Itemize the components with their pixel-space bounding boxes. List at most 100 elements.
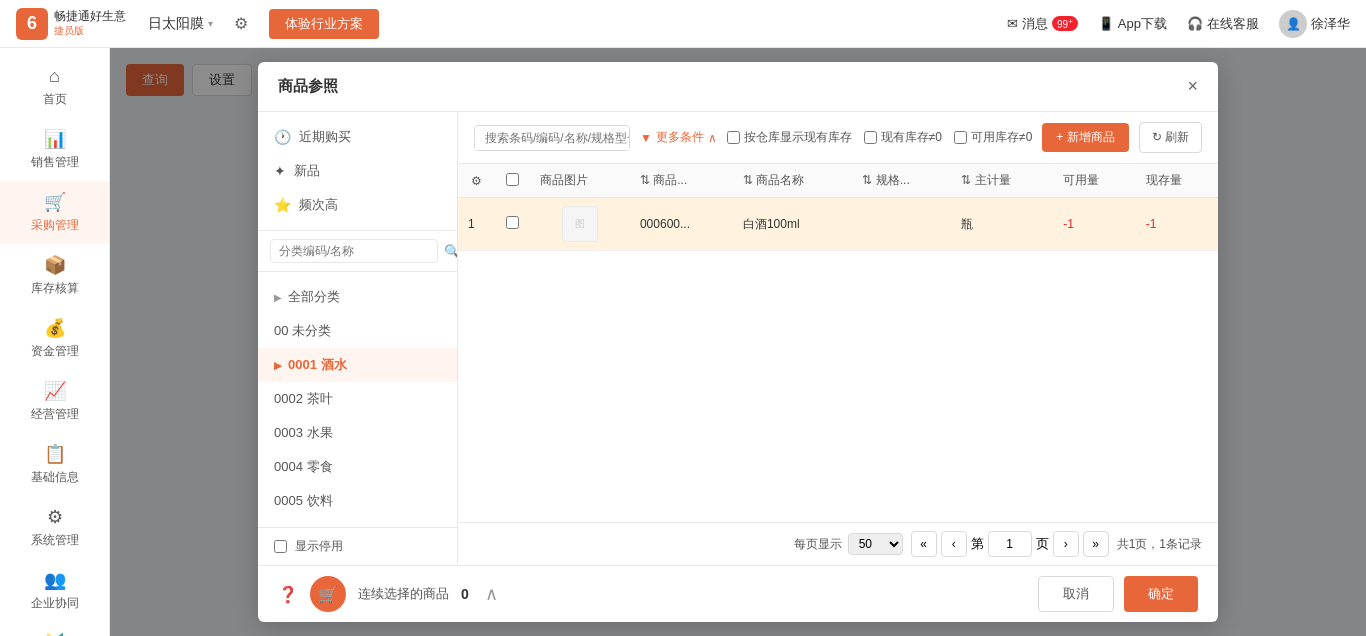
sidebar-item-finance[interactable]: 💰 资金管理 <box>0 307 109 370</box>
logo-icon: 6 <box>16 8 48 40</box>
sidebar-item-cooperation[interactable]: 👥 企业协同 <box>0 559 109 622</box>
app-download-button[interactable]: 📱 App下载 <box>1098 15 1167 33</box>
row-select-checkbox[interactable] <box>506 216 519 229</box>
top-nav: 6 畅捷通好生意 捷员版 日太阳膜 ▾ ⚙ 体验行业方案 ✉ 消息 99+ 📱 … <box>0 0 1366 48</box>
sidebar-item-basic-info[interactable]: 📋 基础信息 <box>0 433 109 496</box>
row-image: 图 <box>530 198 630 251</box>
product-search-wrap: 🔍 <box>474 125 630 151</box>
page-total-info: 共1页，1条记录 <box>1117 536 1202 553</box>
per-page-select[interactable]: 50 100 <box>848 533 903 555</box>
quick-item-new[interactable]: ✦ 新品 <box>258 154 457 188</box>
category-item-snack[interactable]: 0004 零食 <box>258 450 457 484</box>
more-filter-button[interactable]: ▼ 更多条件 ∧ <box>640 129 717 146</box>
new-icon: ✦ <box>274 163 286 179</box>
row-unit: 瓶 <box>951 198 1053 251</box>
row-stock: -1 <box>1136 198 1218 251</box>
row-index: 1 <box>458 198 494 251</box>
customer-service-button[interactable]: 🎧 在线客服 <box>1187 15 1259 33</box>
message-badge: 99+ <box>1052 16 1078 31</box>
modal-footer: ❓ 🛒 连续选择的商品 0 ∧ 取消 确定 <box>258 565 1218 622</box>
store-selector[interactable]: 日太阳膜 ▾ <box>148 15 213 33</box>
avatar: 👤 <box>1279 10 1307 38</box>
messages-button[interactable]: ✉ 消息 99+ <box>1007 15 1078 33</box>
modal-header: 商品参照 × <box>258 62 1218 112</box>
category-search-button[interactable]: 🔍 <box>444 244 458 259</box>
pagination-row: 每页显示 50 100 « ‹ 第 页 <box>458 522 1218 565</box>
page-label: 第 <box>971 535 984 553</box>
warehouse-stock-filter[interactable]: 按仓库显示现有库存 <box>727 129 852 146</box>
nonzero-stock-checkbox[interactable] <box>864 131 877 144</box>
category-search-input[interactable] <box>270 239 438 263</box>
column-code[interactable]: ⇅ 商品... <box>630 164 733 198</box>
chevron-down-icon: ▾ <box>208 18 213 29</box>
show-disabled-label[interactable]: 显示停用 <box>295 538 343 555</box>
show-disabled-checkbox[interactable] <box>274 540 287 553</box>
quick-section: 🕐 近期购买 ✦ 新品 ⭐ 频次高 <box>258 112 457 231</box>
settings-icon[interactable]: ⚙ <box>225 8 257 40</box>
cooperation-icon: 👥 <box>44 569 66 591</box>
category-item-uncategorized[interactable]: 00 未分类 <box>258 314 457 348</box>
sidebar-item-business[interactable]: 📈 经营管理 <box>0 370 109 433</box>
cancel-button[interactable]: 取消 <box>1038 576 1114 612</box>
modal-close-button[interactable]: × <box>1187 76 1198 97</box>
collapse-icon[interactable]: ∧ <box>485 583 498 605</box>
business-icon: 📈 <box>44 380 66 402</box>
sidebar-item-guide[interactable]: 🔰 新手引导 <box>0 622 109 636</box>
guide-icon: 🔰 <box>44 632 66 636</box>
warehouse-stock-checkbox[interactable] <box>727 131 740 144</box>
modal-title: 商品参照 <box>278 77 338 96</box>
select-all-checkbox[interactable] <box>506 173 519 186</box>
category-item-fruit[interactable]: 0003 水果 <box>258 416 457 450</box>
category-item-drink[interactable]: 0005 饮料 <box>258 484 457 518</box>
help-icon[interactable]: ❓ <box>278 585 298 604</box>
page-first-button[interactable]: « <box>911 531 937 557</box>
quick-item-frequent[interactable]: ⭐ 频次高 <box>258 188 457 222</box>
confirm-button[interactable]: 确定 <box>1124 576 1198 612</box>
sort-icon: ⇅ <box>743 173 753 187</box>
user-profile[interactable]: 👤 徐泽华 <box>1279 10 1350 38</box>
product-search-input[interactable] <box>475 126 630 150</box>
inventory-icon: 📦 <box>44 254 66 276</box>
arrow-icon: ▶ <box>274 360 282 371</box>
available-stock-checkbox[interactable] <box>954 131 967 144</box>
category-item-water[interactable]: 0008 水 <box>258 518 457 527</box>
star-icon: ⭐ <box>274 197 291 213</box>
basic-info-icon: 📋 <box>44 443 66 465</box>
row-code: 000600... <box>630 198 733 251</box>
page-last-button[interactable]: » <box>1083 531 1109 557</box>
sidebar-item-purchase[interactable]: 🛒 采购管理 <box>0 181 109 244</box>
refresh-product-button[interactable]: ↻ 刷新 <box>1139 122 1202 153</box>
sidebar-item-system[interactable]: ⚙ 系统管理 <box>0 496 109 559</box>
add-product-button[interactable]: + 新增商品 <box>1042 123 1128 152</box>
product-table-wrap: ⚙ 商品图片 ⇅ 商品... <box>458 164 1218 522</box>
page-next-button[interactable]: › <box>1053 531 1079 557</box>
sort-icon: ⇅ <box>640 173 650 187</box>
available-stock-filter[interactable]: 可用库存≠0 <box>954 129 1032 146</box>
table-row[interactable]: 1 图 000600... 白酒100ml <box>458 198 1218 251</box>
sidebar-item-sales[interactable]: 📊 销售管理 <box>0 118 109 181</box>
quick-item-recent[interactable]: 🕐 近期购买 <box>258 120 457 154</box>
product-reference-modal: 商品参照 × 🕐 近期购买 ✦ 新 <box>258 62 1218 622</box>
trial-button[interactable]: 体验行业方案 <box>269 9 379 39</box>
sidebar-item-home[interactable]: ⌂ 首页 <box>0 56 109 118</box>
cart-button[interactable]: 🛒 <box>310 576 346 612</box>
category-search-row: 🔍 <box>258 231 457 272</box>
sidebar-item-inventory[interactable]: 📦 库存核算 <box>0 244 109 307</box>
row-spec <box>852 198 951 251</box>
column-unit[interactable]: ⇅ 主计量 <box>951 164 1053 198</box>
checkbox-filters: 按仓库显示现有库存 现有库存≠0 可用库存≠0 <box>727 129 1033 146</box>
filter-icon: ▼ <box>640 131 652 145</box>
per-page-selector: 每页显示 50 100 <box>794 533 903 555</box>
page-suffix: 页 <box>1036 535 1049 553</box>
nonzero-stock-filter[interactable]: 现有库存≠0 <box>864 129 942 146</box>
column-gear[interactable]: ⚙ <box>458 164 494 198</box>
category-item-liquor[interactable]: ▶ 0001 酒水 <box>258 348 457 382</box>
page-input[interactable] <box>988 531 1032 557</box>
product-image-placeholder: 图 <box>562 206 598 242</box>
category-item-tea[interactable]: 0002 茶叶 <box>258 382 457 416</box>
cart-count: 0 <box>461 586 469 602</box>
column-spec[interactable]: ⇅ 规格... <box>852 164 951 198</box>
category-item-all[interactable]: ▶ 全部分类 <box>258 280 457 314</box>
column-name[interactable]: ⇅ 商品名称 <box>733 164 853 198</box>
page-prev-button[interactable]: ‹ <box>941 531 967 557</box>
